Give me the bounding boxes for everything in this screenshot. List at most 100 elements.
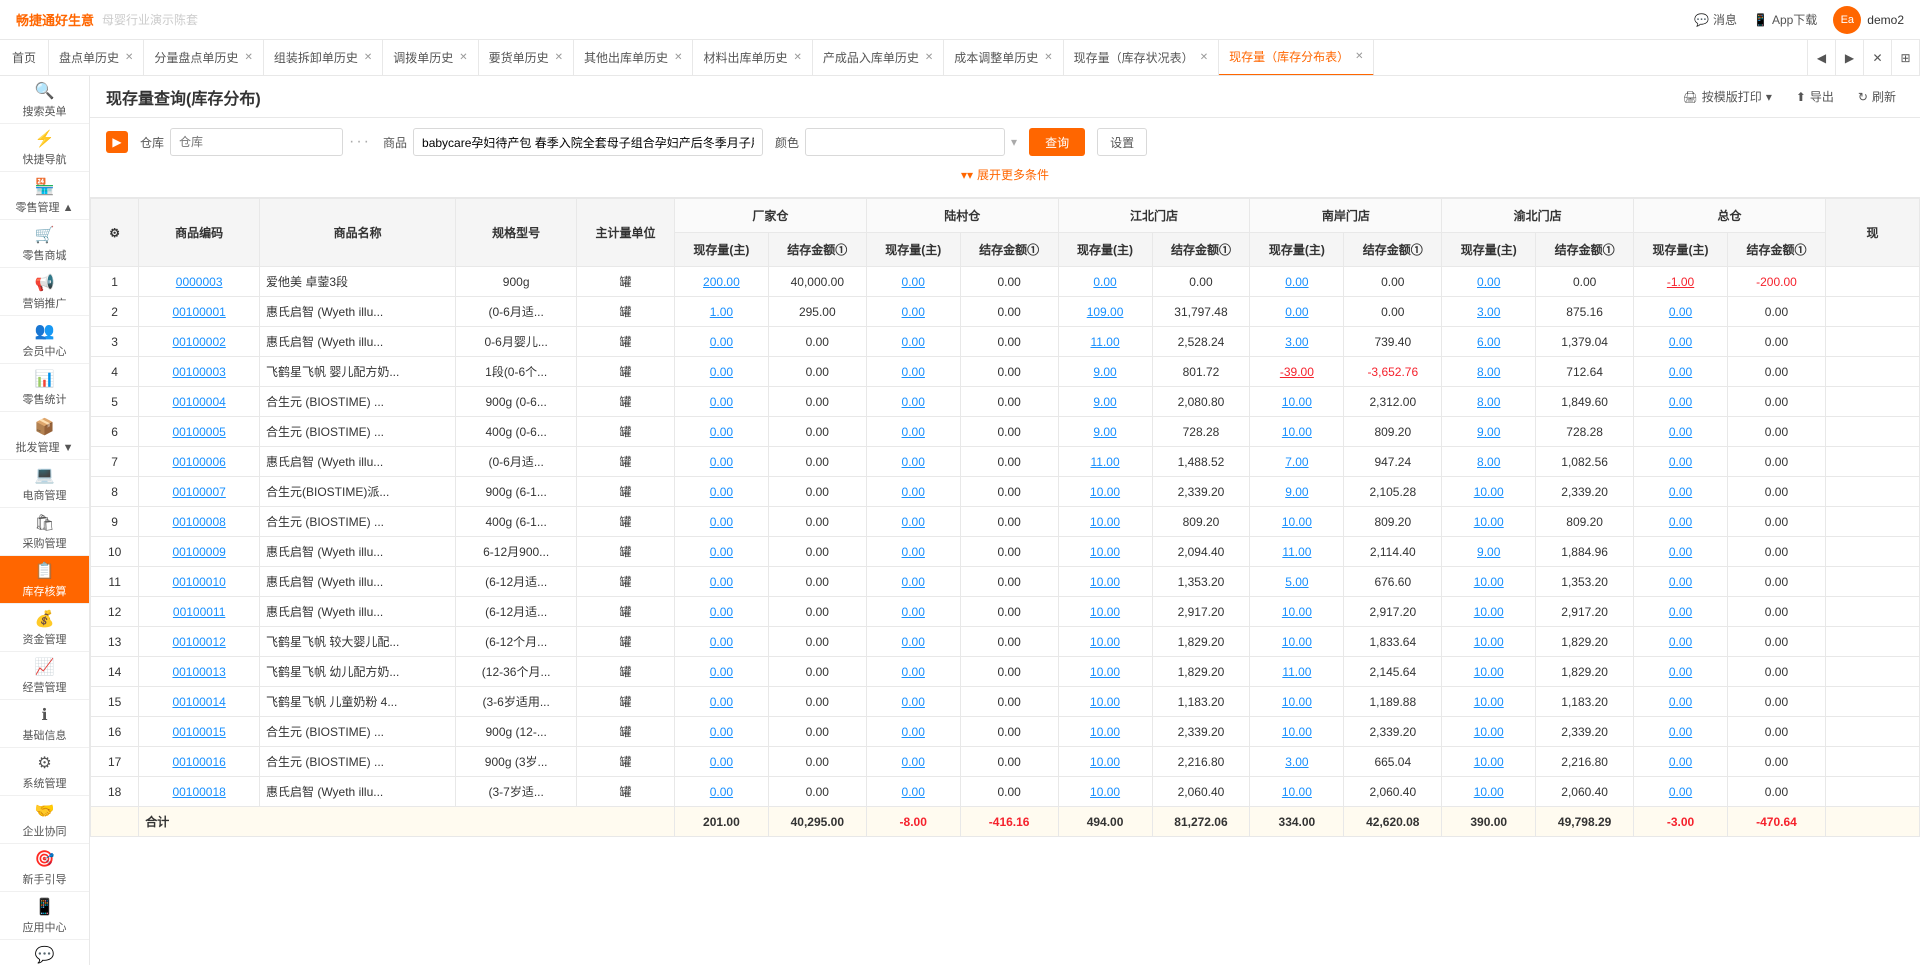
expand-arrow[interactable]: ▶ bbox=[106, 131, 128, 153]
code-link[interactable]: 00100010 bbox=[172, 575, 225, 589]
jiangbei-qty-link[interactable]: 10.00 bbox=[1090, 665, 1120, 679]
tab-prev-button[interactable]: ◀ bbox=[1808, 40, 1836, 76]
tab-close-3[interactable]: ✕ bbox=[364, 52, 372, 63]
factory-qty-link[interactable]: 0.00 bbox=[710, 755, 733, 769]
tab-8[interactable]: 产成品入库单历史 ✕ bbox=[813, 40, 944, 76]
sidebar-item-nav[interactable]: ⚡ 快捷导航 bbox=[0, 124, 89, 172]
message-button[interactable]: 💬 消息 bbox=[1694, 11, 1737, 28]
factory-qty-link[interactable]: 0.00 bbox=[710, 425, 733, 439]
nanan-qty-link[interactable]: 10.00 bbox=[1282, 395, 1312, 409]
code-link[interactable]: 00100004 bbox=[172, 395, 225, 409]
yubei-qty-link[interactable]: 9.00 bbox=[1477, 425, 1500, 439]
jiangbei-qty-link[interactable]: 9.00 bbox=[1093, 395, 1116, 409]
tab-home[interactable]: 首页 bbox=[0, 40, 49, 76]
color-input[interactable] bbox=[805, 128, 1005, 156]
code-link[interactable]: 00100008 bbox=[172, 515, 225, 529]
yubei-qty-link[interactable]: 6.00 bbox=[1477, 335, 1500, 349]
code-link[interactable]: 00100018 bbox=[172, 785, 225, 799]
code-link[interactable]: 00100003 bbox=[172, 365, 225, 379]
factory-qty-link[interactable]: 200.00 bbox=[703, 275, 740, 289]
lucun-qty-link[interactable]: 0.00 bbox=[902, 635, 925, 649]
total-qty-link[interactable]: 0.00 bbox=[1669, 545, 1692, 559]
total-qty-link[interactable]: 0.00 bbox=[1669, 335, 1692, 349]
tab-close-1[interactable]: ✕ bbox=[125, 52, 133, 63]
code-link[interactable]: 00100007 bbox=[172, 485, 225, 499]
lucun-qty-link[interactable]: 0.00 bbox=[902, 455, 925, 469]
yubei-qty-link[interactable]: 10.00 bbox=[1474, 605, 1504, 619]
total-qty-link[interactable]: 0.00 bbox=[1669, 665, 1692, 679]
jiangbei-qty-link[interactable]: 11.00 bbox=[1090, 455, 1119, 469]
nanan-qty-link[interactable]: 10.00 bbox=[1282, 425, 1312, 439]
tab-11-active[interactable]: 现存量（库存分布表） ✕ bbox=[1219, 40, 1374, 76]
nanan-qty-link[interactable]: 0.00 bbox=[1285, 305, 1308, 319]
code-link[interactable]: 00100001 bbox=[172, 305, 225, 319]
factory-qty-link[interactable]: 0.00 bbox=[710, 785, 733, 799]
lucun-qty-link[interactable]: 0.00 bbox=[902, 365, 925, 379]
yubei-qty-link[interactable]: 9.00 bbox=[1477, 545, 1500, 559]
jiangbei-qty-link[interactable]: 10.00 bbox=[1090, 605, 1120, 619]
yubei-qty-link[interactable]: 10.00 bbox=[1474, 755, 1504, 769]
sidebar-item-wholesale[interactable]: 📦 批发管理 ▼ bbox=[0, 412, 89, 460]
tab-close-8[interactable]: ✕ bbox=[925, 52, 933, 63]
settings-cog-icon[interactable]: ⚙ bbox=[109, 226, 120, 240]
code-link[interactable]: 00100006 bbox=[172, 455, 225, 469]
code-link[interactable]: 00100009 bbox=[172, 545, 225, 559]
sidebar-item-basic-info[interactable]: ℹ 基础信息 bbox=[0, 700, 89, 748]
jiangbei-qty-link[interactable]: 9.00 bbox=[1093, 365, 1116, 379]
nanan-qty-link[interactable]: 11.00 bbox=[1282, 545, 1311, 559]
factory-qty-link[interactable]: 0.00 bbox=[710, 545, 733, 559]
search-button[interactable]: 查询 bbox=[1029, 128, 1085, 156]
factory-qty-link[interactable]: 0.00 bbox=[710, 695, 733, 709]
nanan-qty-link[interactable]: 3.00 bbox=[1285, 755, 1308, 769]
th-settings[interactable]: ⚙ bbox=[91, 199, 139, 267]
sidebar-item-operations[interactable]: 📈 经营管理 bbox=[0, 652, 89, 700]
jiangbei-qty-link[interactable]: 10.00 bbox=[1090, 485, 1120, 499]
jiangbei-qty-link[interactable]: 0.00 bbox=[1093, 275, 1116, 289]
settings-button[interactable]: 设置 bbox=[1097, 128, 1147, 156]
tab-close-4[interactable]: ✕ bbox=[459, 52, 467, 63]
sidebar-item-ecommerce[interactable]: 💻 电商管理 bbox=[0, 460, 89, 508]
total-qty-link[interactable]: 0.00 bbox=[1669, 395, 1692, 409]
factory-qty-link[interactable]: 0.00 bbox=[710, 515, 733, 529]
tab-close-6[interactable]: ✕ bbox=[674, 52, 682, 63]
factory-qty-link[interactable]: 0.00 bbox=[710, 635, 733, 649]
sidebar-item-search[interactable]: 🔍 搜索英单 bbox=[0, 76, 89, 124]
nanan-qty-link[interactable]: 10.00 bbox=[1282, 605, 1312, 619]
jiangbei-qty-link[interactable]: 11.00 bbox=[1090, 335, 1119, 349]
total-qty-link[interactable]: 0.00 bbox=[1669, 575, 1692, 589]
tab-menu-button[interactable]: ⊞ bbox=[1892, 40, 1920, 76]
lucun-qty-link[interactable]: 0.00 bbox=[902, 305, 925, 319]
jiangbei-qty-link[interactable]: 109.00 bbox=[1087, 305, 1124, 319]
code-link[interactable]: 00100002 bbox=[172, 335, 225, 349]
user-area[interactable]: Ea demo2 bbox=[1833, 6, 1904, 34]
nanan-qty-link[interactable]: 10.00 bbox=[1282, 785, 1312, 799]
sidebar-item-retail-stats[interactable]: 📊 零售统计 bbox=[0, 364, 89, 412]
lucun-qty-link[interactable]: 0.00 bbox=[902, 395, 925, 409]
yubei-qty-link[interactable]: 10.00 bbox=[1474, 485, 1504, 499]
tab-close-all-button[interactable]: ✕ bbox=[1864, 40, 1892, 76]
nanan-qty-link[interactable]: 7.00 bbox=[1285, 455, 1308, 469]
lucun-qty-link[interactable]: 0.00 bbox=[902, 785, 925, 799]
sidebar-item-finance[interactable]: 💰 资金管理 bbox=[0, 604, 89, 652]
total-qty-link[interactable]: 0.00 bbox=[1669, 485, 1692, 499]
export-button[interactable]: ⬆ 导出 bbox=[1788, 84, 1842, 109]
total-qty-link[interactable]: 0.00 bbox=[1669, 455, 1692, 469]
jiangbei-qty-link[interactable]: 10.00 bbox=[1090, 635, 1120, 649]
lucun-qty-link[interactable]: 0.00 bbox=[902, 665, 925, 679]
total-qty-link[interactable]: 0.00 bbox=[1669, 755, 1692, 769]
code-link[interactable]: 00100014 bbox=[172, 695, 225, 709]
jiangbei-qty-link[interactable]: 10.00 bbox=[1090, 545, 1120, 559]
sidebar-item-retail-mgmt[interactable]: 🏪 零售管理 ▲ bbox=[0, 172, 89, 220]
factory-qty-link[interactable]: 0.00 bbox=[710, 665, 733, 679]
sidebar-item-purchase[interactable]: 🛍 采购管理 bbox=[0, 508, 89, 556]
tab-close-2[interactable]: ✕ bbox=[244, 52, 252, 63]
code-link[interactable]: 0000003 bbox=[176, 275, 223, 289]
code-link[interactable]: 00100016 bbox=[172, 755, 225, 769]
factory-qty-link[interactable]: 0.00 bbox=[710, 725, 733, 739]
total-qty-link[interactable]: 0.00 bbox=[1669, 635, 1692, 649]
refresh-button[interactable]: ↻ 刷新 bbox=[1850, 84, 1904, 109]
nanan-qty-link[interactable]: 3.00 bbox=[1285, 335, 1308, 349]
sidebar-item-wechat[interactable]: 💬 企业微信 bbox=[0, 940, 89, 965]
yubei-qty-link[interactable]: 10.00 bbox=[1474, 725, 1504, 739]
warehouse-input[interactable] bbox=[170, 128, 343, 156]
